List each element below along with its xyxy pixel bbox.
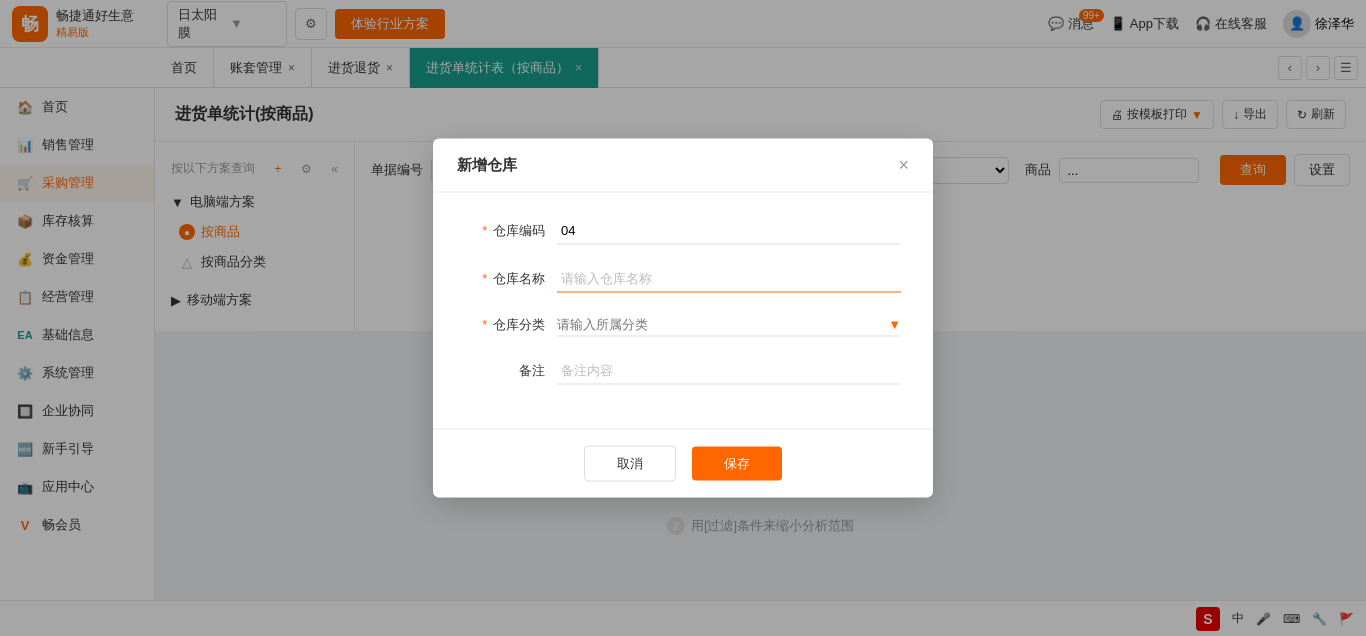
modal-header: 新增仓库 × <box>433 139 933 193</box>
category-dropdown-icon[interactable]: ▼ <box>888 317 901 332</box>
required-star-code: * <box>482 223 487 238</box>
required-star-category: * <box>482 317 487 332</box>
form-row-remark: 备注 <box>465 357 901 385</box>
form-category-label: * 仓库分类 <box>465 316 545 334</box>
code-input[interactable] <box>557 217 901 245</box>
modal-body: * 仓库编码 * 仓库名称 * 仓库分类 ▼ <box>433 193 933 429</box>
remark-input[interactable] <box>557 357 901 385</box>
category-select-row[interactable]: ▼ <box>557 313 901 337</box>
remark-label-text: 备注 <box>519 363 545 378</box>
form-row-code: * 仓库编码 <box>465 217 901 245</box>
modal-title: 新增仓库 <box>457 156 517 175</box>
modal-close-btn[interactable]: × <box>898 155 909 176</box>
form-name-label: * 仓库名称 <box>465 270 545 288</box>
form-remark-label: 备注 <box>465 362 545 380</box>
form-row-category: * 仓库分类 ▼ <box>465 313 901 337</box>
name-input[interactable] <box>557 265 901 293</box>
save-button[interactable]: 保存 <box>692 447 782 481</box>
form-code-label: * 仓库编码 <box>465 222 545 240</box>
category-input[interactable] <box>557 317 888 332</box>
add-warehouse-modal: 新增仓库 × * 仓库编码 * 仓库名称 * 仓库分类 <box>433 139 933 498</box>
code-label-text: 仓库编码 <box>493 223 545 238</box>
form-row-name: * 仓库名称 <box>465 265 901 293</box>
cancel-button[interactable]: 取消 <box>584 446 676 482</box>
modal-footer: 取消 保存 <box>433 429 933 498</box>
required-star-name: * <box>482 271 487 286</box>
name-label-text: 仓库名称 <box>493 271 545 286</box>
category-label-text: 仓库分类 <box>493 317 545 332</box>
